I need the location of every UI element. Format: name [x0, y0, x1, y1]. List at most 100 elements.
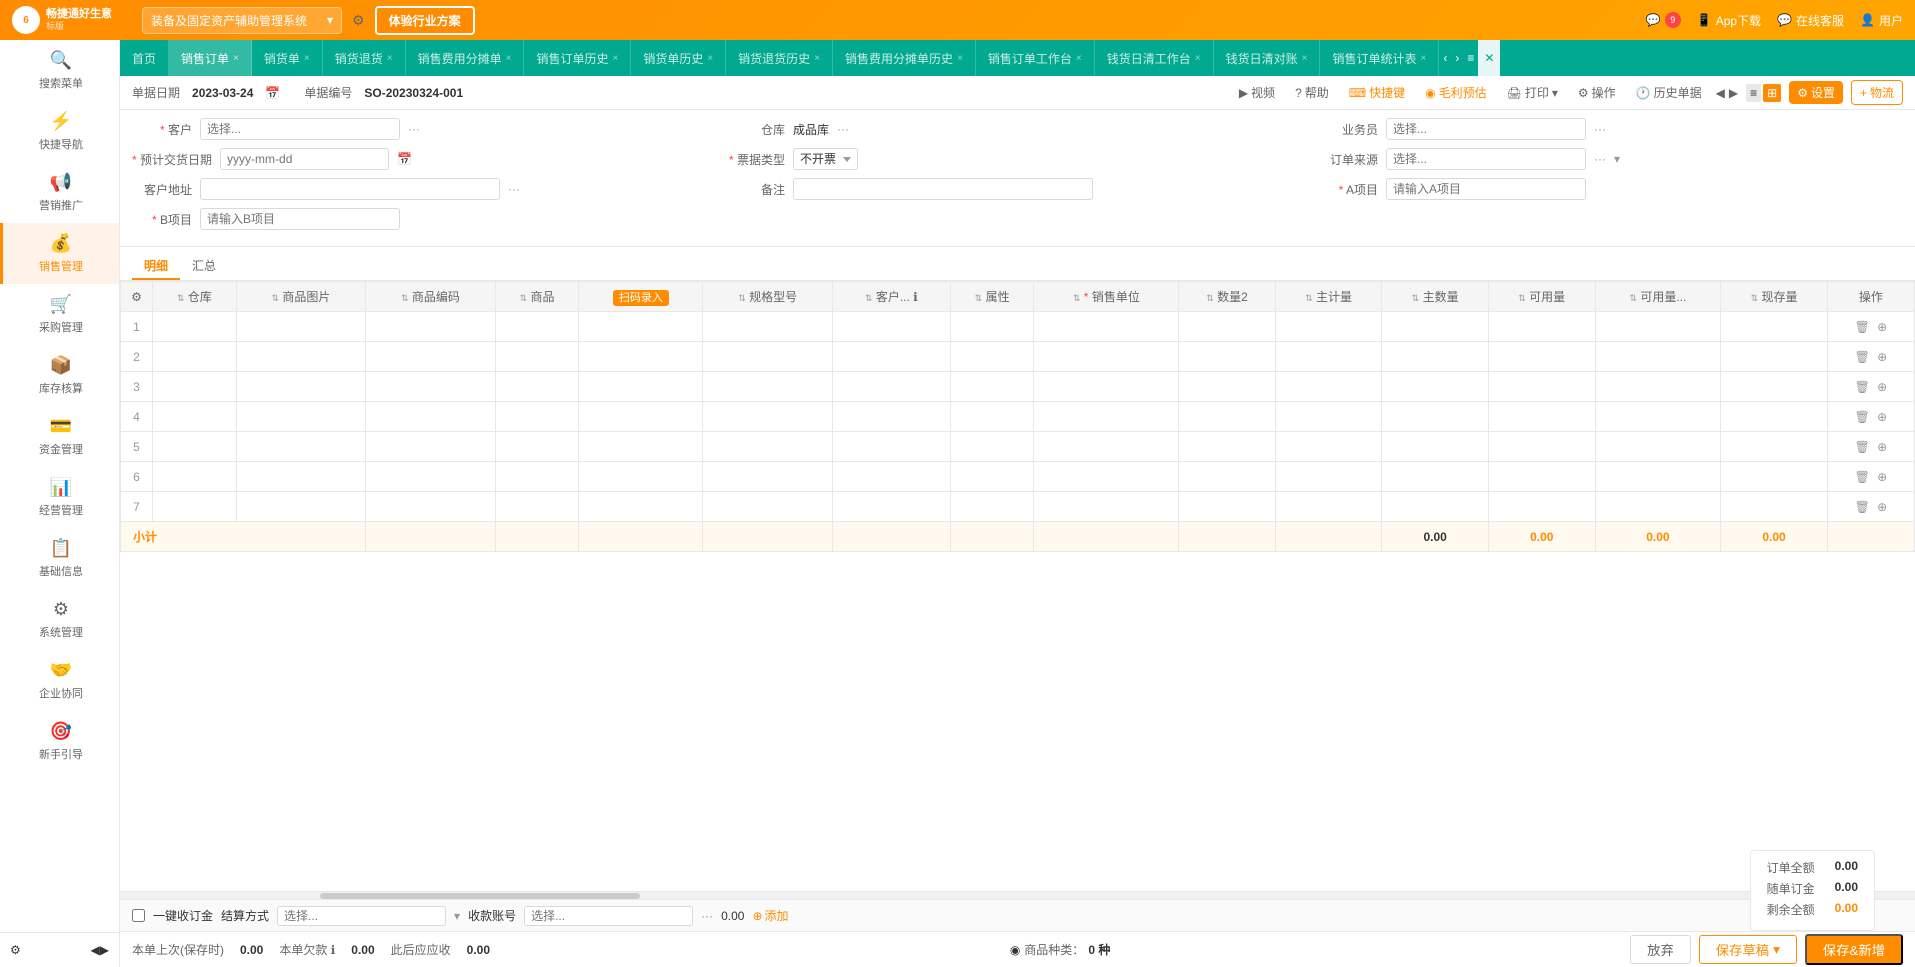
info-icon[interactable]: ℹ	[331, 943, 336, 957]
cell-spec[interactable]	[703, 312, 833, 342]
tab-invoice-history[interactable]: 销货单历史 ×	[631, 40, 726, 76]
staff-input[interactable]	[1386, 118, 1586, 140]
cell-sales-unit[interactable]	[1034, 312, 1179, 342]
copy-row-btn[interactable]: ⊕	[1877, 440, 1887, 454]
cell-available[interactable]	[1488, 342, 1595, 372]
tab-close-sales-return[interactable]: ×	[387, 53, 393, 64]
cell-product[interactable]	[495, 372, 579, 402]
tab-sales-return[interactable]: 销货退货 ×	[323, 40, 406, 76]
tab-close-expense-split[interactable]: ×	[506, 53, 512, 64]
sidebar-item-inventory[interactable]: 📦 库存核算	[0, 345, 119, 406]
cell-product-image[interactable]	[236, 432, 366, 462]
tab-expense-history[interactable]: 销售费用分摊单历史 ×	[833, 40, 976, 76]
cell-product-code[interactable]	[366, 432, 496, 462]
scan-input-btn[interactable]: 扫码录入	[613, 290, 669, 306]
payment-method-input[interactable]	[277, 906, 446, 926]
cell-product-image[interactable]	[236, 342, 366, 372]
cell-product[interactable]	[495, 492, 579, 522]
cell-product[interactable]	[495, 402, 579, 432]
cell-sales-unit[interactable]	[1034, 372, 1179, 402]
sidebar-item-search[interactable]: 🔍 搜索菜单	[0, 40, 119, 101]
copy-row-btn[interactable]: ⊕	[1877, 350, 1887, 364]
cell-main-qty[interactable]	[1382, 432, 1489, 462]
sidebar-collapse-icon[interactable]: ◀▶	[91, 943, 109, 957]
print-btn[interactable]: 🖨 打印 ▾	[1501, 82, 1564, 103]
cell-warehouse[interactable]	[153, 342, 237, 372]
prev-record-btn[interactable]: ◀	[1716, 86, 1725, 100]
cell-available[interactable]	[1488, 462, 1595, 492]
cell-available2[interactable]	[1595, 402, 1721, 432]
cell-spec[interactable]	[703, 342, 833, 372]
logistics-btn[interactable]: + 物流	[1851, 80, 1903, 105]
cell-main-qty[interactable]	[1382, 342, 1489, 372]
tab-close-expense-history[interactable]: ×	[957, 53, 963, 64]
tab-menu[interactable]: ≡	[1463, 40, 1478, 76]
cell-warehouse[interactable]	[153, 432, 237, 462]
cell-product-image[interactable]	[236, 312, 366, 342]
cell-attribute[interactable]	[950, 492, 1034, 522]
tab-detail[interactable]: 明细	[132, 253, 180, 280]
invoice-type-select[interactable]: 不开票	[793, 148, 858, 170]
user-btn[interactable]: 👤 用户	[1860, 12, 1903, 29]
cell-customer-code[interactable]	[832, 312, 950, 342]
cell-spec[interactable]	[703, 372, 833, 402]
tab-order-statistics[interactable]: 销售订单统计表 ×	[1320, 40, 1439, 76]
cell-customer-code[interactable]	[832, 432, 950, 462]
cell-qty2[interactable]	[1179, 492, 1275, 522]
cell-customer-code[interactable]	[832, 492, 950, 522]
cell-attribute[interactable]	[950, 432, 1034, 462]
settings-icon[interactable]: ⚙	[352, 12, 365, 29]
cell-sales-unit[interactable]	[1034, 402, 1179, 432]
cell-spec[interactable]	[703, 462, 833, 492]
tab-close-cash-workbench[interactable]: ×	[1195, 53, 1201, 64]
tab-cash-workbench[interactable]: 钱货日清工作台 ×	[1095, 40, 1214, 76]
side-settings-btn[interactable]: ⚙ 设置	[1789, 81, 1843, 104]
discard-btn[interactable]: 放弃	[1630, 935, 1691, 964]
industry-btn[interactable]: 体验行业方案	[375, 6, 475, 35]
cell-main-qty[interactable]	[1382, 312, 1489, 342]
tab-expense-split[interactable]: 销售费用分摊单 ×	[406, 40, 525, 76]
account-input[interactable]	[524, 906, 693, 926]
save-new-btn[interactable]: 保存&新增	[1805, 934, 1903, 965]
cell-stock[interactable]	[1721, 432, 1828, 462]
cell-main-qty[interactable]	[1382, 462, 1489, 492]
tab-close-sales-order[interactable]: ×	[233, 53, 239, 64]
sidebar-item-enterprise[interactable]: 🤝 企业协同	[0, 650, 119, 711]
next-record-btn[interactable]: ▶	[1729, 86, 1738, 100]
tab-sales-order[interactable]: 销售订单 ×	[169, 40, 252, 76]
cell-available[interactable]	[1488, 402, 1595, 432]
cell-sales-unit[interactable]	[1034, 432, 1179, 462]
cell-qty2[interactable]	[1179, 402, 1275, 432]
tab-close-order-workbench[interactable]: ×	[1076, 53, 1082, 64]
tab-close-sales-invoice[interactable]: ×	[304, 53, 310, 64]
cell-product-code[interactable]	[366, 492, 496, 522]
cell-available2[interactable]	[1595, 372, 1721, 402]
list-view-btn[interactable]: ≡	[1746, 84, 1761, 102]
cell-stock[interactable]	[1721, 492, 1828, 522]
sidebar-item-guide[interactable]: 🎯 新手引导	[0, 711, 119, 772]
cell-available2[interactable]	[1595, 462, 1721, 492]
message-btn[interactable]: 💬 9	[1646, 12, 1681, 28]
cell-main-qty[interactable]	[1382, 492, 1489, 522]
staff-more-btn[interactable]: ···	[1594, 122, 1606, 136]
sidebar-item-quicknav[interactable]: ⚡ 快捷导航	[0, 101, 119, 162]
cell-attribute[interactable]	[950, 462, 1034, 492]
cell-available2[interactable]	[1595, 492, 1721, 522]
tab-sales-invoice[interactable]: 销货单 ×	[252, 40, 323, 76]
app-selector[interactable]: 装备及固定资产辅助管理系统 ▾	[142, 7, 342, 34]
col-settings[interactable]: ⚙	[121, 282, 153, 312]
cell-attribute[interactable]	[950, 372, 1034, 402]
cell-product[interactable]	[495, 462, 579, 492]
save-draft-btn[interactable]: 保存草稿 ▾	[1699, 935, 1797, 964]
cell-main-unit[interactable]	[1275, 372, 1382, 402]
sidebar-item-system[interactable]: ⚙ 系统管理	[0, 589, 119, 650]
cell-product-code[interactable]	[366, 312, 496, 342]
cell-qty2[interactable]	[1179, 342, 1275, 372]
cell-main-qty[interactable]	[1382, 372, 1489, 402]
cell-warehouse[interactable]	[153, 402, 237, 432]
view-btn[interactable]: ▶ 视频	[1233, 82, 1281, 103]
cell-attribute[interactable]	[950, 312, 1034, 342]
tab-prev[interactable]: ‹	[1439, 40, 1451, 76]
delete-row-btn[interactable]: 🗑	[1855, 410, 1870, 424]
sidebar-settings-icon[interactable]: ⚙	[10, 943, 21, 957]
